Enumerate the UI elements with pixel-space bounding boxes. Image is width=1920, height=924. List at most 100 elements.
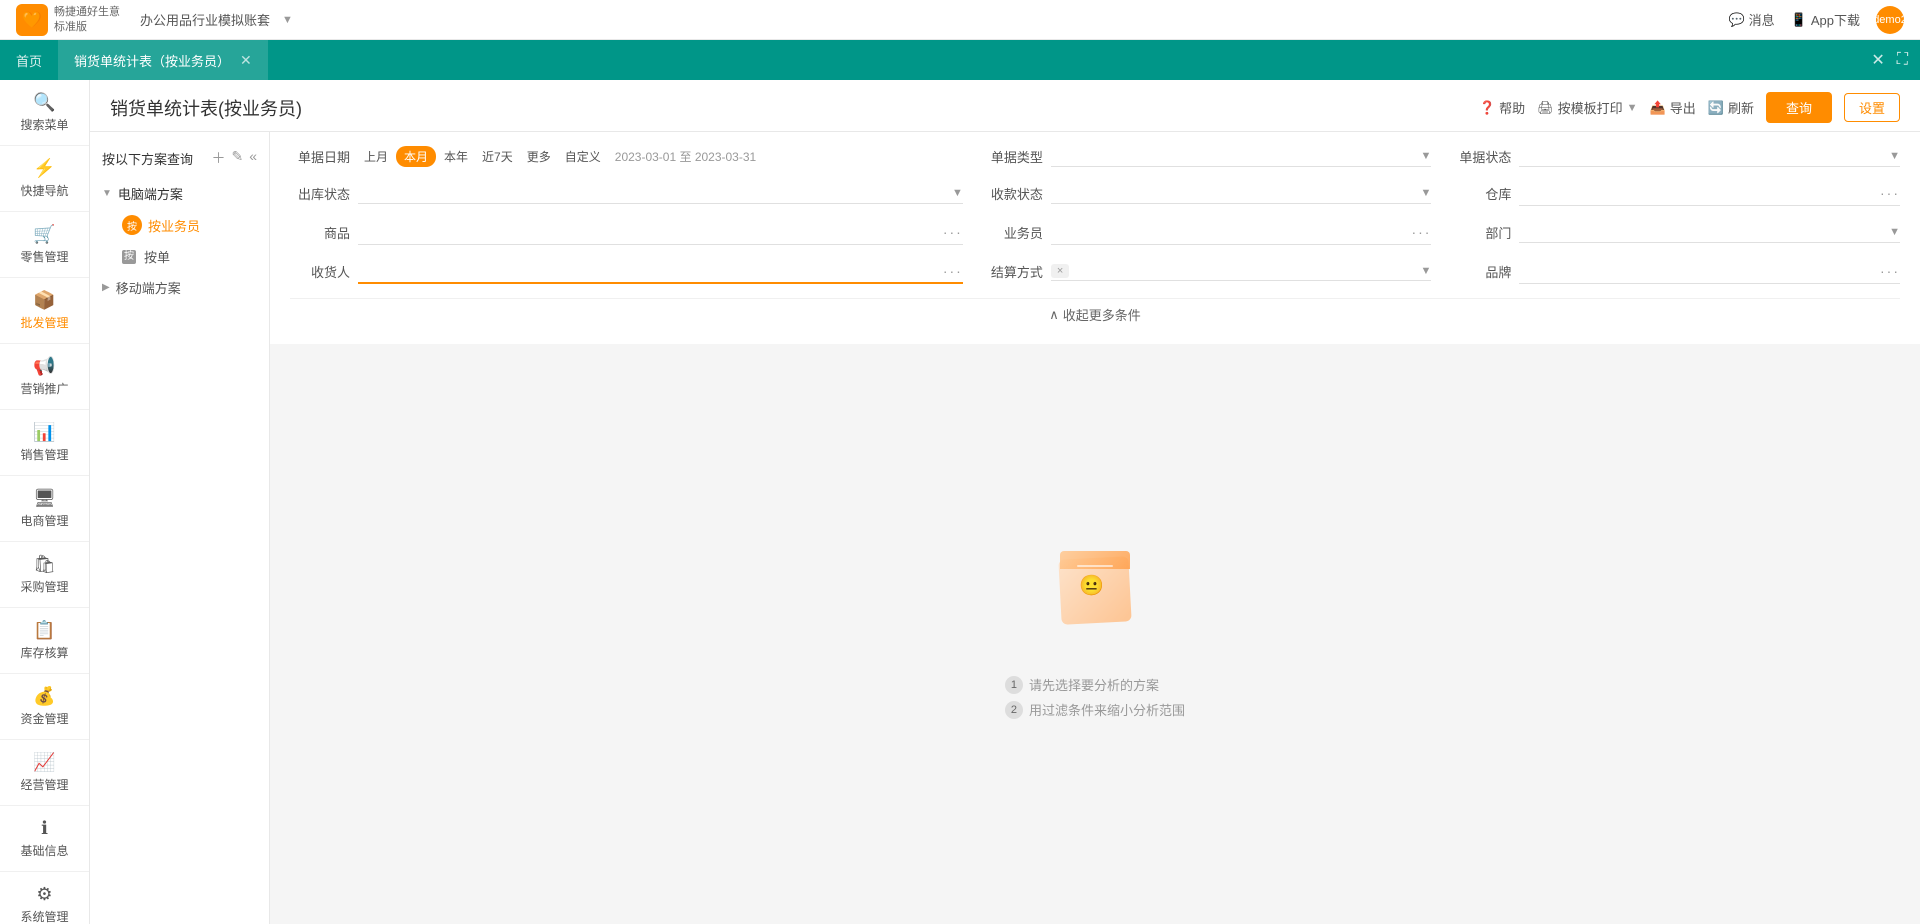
- consignee-dots-icon: ···: [943, 263, 963, 279]
- logo-text: 畅捷通好生意 标准版: [54, 5, 120, 34]
- avatar[interactable]: demo2: [1876, 6, 1904, 34]
- expand-icon: ▼: [102, 188, 112, 199]
- dept-label: 部门: [1451, 223, 1511, 242]
- logo-area: 🧡 畅捷通好生意 标准版: [16, 4, 120, 36]
- template-print-button[interactable]: 🖨 按模板打印 ▼: [1537, 98, 1637, 117]
- settlement-tag-box: × ▼: [1051, 262, 1432, 281]
- quick-nav-icon: ⚡: [6, 158, 83, 179]
- message-icon: 💬: [1728, 12, 1744, 28]
- sidebar-item-ecommerce[interactable]: 🖥 电商管理: [0, 476, 89, 542]
- refresh-button[interactable]: 🔄 刷新: [1708, 98, 1754, 117]
- brand-select[interactable]: ···: [1519, 259, 1900, 284]
- left-panel-icons: ＋ ✎ «: [211, 148, 257, 168]
- dept-select[interactable]: ▼: [1519, 222, 1900, 243]
- system-icon: ⚙: [6, 884, 83, 905]
- sidebar-item-purchase[interactable]: 🛍 采购管理: [0, 542, 89, 608]
- logo-icon: 🧡: [16, 4, 48, 36]
- warehouse-dots-icon: ···: [1880, 185, 1900, 201]
- help-button[interactable]: ❓ 帮助: [1479, 98, 1525, 117]
- empty-illustration: 😐: [1035, 543, 1155, 643]
- tab-bar: 首页 销货单统计表（按业务员） ✕ ✕ ⛶: [0, 40, 1920, 80]
- date-tab-more[interactable]: 更多: [521, 146, 557, 167]
- tab-controls: ✕ ⛶: [1867, 46, 1920, 74]
- tab-close-icon[interactable]: ✕: [240, 52, 252, 69]
- sidebar-item-quick-nav[interactable]: ⚡ 快捷导航: [0, 146, 89, 212]
- box-stripe: [1077, 565, 1113, 567]
- out-status-select[interactable]: ▼: [358, 183, 963, 204]
- sidebar-item-basic[interactable]: ℹ 基础信息: [0, 806, 89, 872]
- sidebar-item-operations[interactable]: 📈 经营管理: [0, 740, 89, 806]
- sidebar-item-search[interactable]: 🔍 搜索菜单: [0, 80, 89, 146]
- sidebar-item-marketing[interactable]: 📢 营销推广: [0, 344, 89, 410]
- query-button[interactable]: 查询: [1766, 92, 1832, 123]
- doc-type-select[interactable]: ▼: [1051, 146, 1432, 167]
- app-download-button[interactable]: 📱 App下载: [1791, 10, 1860, 29]
- sidebar-item-wholesale[interactable]: 📦 批发管理: [0, 278, 89, 344]
- add-scheme-icon[interactable]: ＋: [211, 148, 225, 168]
- setting-button[interactable]: 设置: [1844, 93, 1900, 122]
- page-title: 销货单统计表(按业务员): [110, 95, 302, 121]
- date-tab-this-month[interactable]: 本月: [396, 146, 436, 167]
- filter-row-3: 商品 ··· 业务员 ···: [290, 220, 1900, 245]
- filter-receipt-status: 收款状态 ▼: [983, 183, 1432, 204]
- filter-row-1: 单据日期 上月 本月 本年 近7天 更多 自定义 2023-03-01 至 20…: [290, 146, 1900, 167]
- date-tab-7days[interactable]: 近7天: [476, 146, 519, 167]
- salesperson-label: 业务员: [983, 223, 1043, 242]
- warehouse-select[interactable]: ···: [1519, 181, 1900, 206]
- empty-hint-1: 1 请先选择要分析的方案: [1005, 675, 1185, 694]
- goods-dots-icon: ···: [943, 224, 963, 240]
- content-body: 按以下方案查询 ＋ ✎ « ▼ 电脑端方案 按 按: [90, 132, 1920, 924]
- goods-select[interactable]: ···: [358, 220, 963, 245]
- scheme-group-desktop-title[interactable]: ▼ 电脑端方案: [90, 178, 269, 209]
- filter-doc-type: 单据类型 ▼: [983, 146, 1432, 167]
- search-icon: 🔍: [6, 92, 83, 113]
- scheme-dot-icon: 按: [122, 215, 142, 235]
- left-panel: 按以下方案查询 ＋ ✎ « ▼ 电脑端方案 按 按: [90, 132, 270, 924]
- collapse-bar[interactable]: ∧ 收起更多条件: [290, 298, 1900, 330]
- sidebar-item-finance[interactable]: 💰 资金管理: [0, 674, 89, 740]
- tab-sales-stat[interactable]: 销货单统计表（按业务员） ✕: [58, 40, 268, 80]
- collapse-up-icon: ∧: [1049, 307, 1059, 323]
- consignee-input[interactable]: [358, 259, 943, 282]
- download-icon: 📱: [1791, 12, 1807, 28]
- sidebar-item-retail[interactable]: 🛒 零售管理: [0, 212, 89, 278]
- tab-maximize-icon[interactable]: ⛶: [1893, 47, 1912, 73]
- sidebar-item-system[interactable]: ⚙ 系统管理: [0, 872, 89, 924]
- salesperson-select[interactable]: ···: [1051, 220, 1432, 245]
- settlement-tag-close-icon[interactable]: ×: [1057, 265, 1063, 277]
- sidebar-item-sales[interactable]: 📊 销售管理: [0, 410, 89, 476]
- doc-status-select[interactable]: ▼: [1519, 146, 1900, 167]
- settlement-label: 结算方式: [983, 262, 1043, 281]
- scheme-item-by-order[interactable]: 按 按单: [110, 241, 269, 272]
- collapse-panel-icon[interactable]: «: [249, 148, 257, 168]
- filter-out-status: 出库状态 ▼: [290, 183, 963, 204]
- date-tab-custom[interactable]: 自定义: [559, 146, 607, 167]
- doc-type-label: 单据类型: [983, 147, 1043, 166]
- receipt-status-dropdown-icon: ▼: [1421, 187, 1432, 199]
- breadcrumb-arrow-icon[interactable]: ▼: [282, 14, 293, 26]
- breadcrumb-title: 办公用品行业模拟账套: [140, 10, 270, 29]
- scheme-item-by-salesperson[interactable]: 按 按业务员: [110, 209, 269, 241]
- empty-hint-2: 2 用过滤条件来缩小分析范围: [1005, 700, 1185, 719]
- date-tab-last-month[interactable]: 上月: [358, 146, 394, 167]
- sidebar-item-inventory[interactable]: 📋 库存核算: [0, 608, 89, 674]
- date-control: 上月 本月 本年 近7天 更多 自定义 2023-03-01 至 2023-03…: [358, 146, 963, 167]
- date-tab-this-year[interactable]: 本年: [438, 146, 474, 167]
- filter-goods: 商品 ···: [290, 220, 963, 245]
- finance-icon: 💰: [6, 686, 83, 707]
- operations-icon: 📈: [6, 752, 83, 773]
- tab-close-all-icon[interactable]: ✕: [1867, 46, 1888, 74]
- export-button[interactable]: 📤 导出: [1650, 98, 1696, 117]
- wholesale-icon: 📦: [6, 290, 83, 311]
- consignee-label: 收货人: [290, 262, 350, 281]
- top-bar-left: 🧡 畅捷通好生意 标准版 办公用品行业模拟账套 ▼: [16, 4, 293, 36]
- message-button[interactable]: 💬 消息: [1728, 10, 1774, 29]
- date-tabs: 上月 本月 本年 近7天 更多 自定义 2023-03-01 至 2023-03…: [358, 146, 963, 167]
- scheme-group-mobile[interactable]: ▶ 移动端方案: [90, 272, 269, 303]
- inventory-icon: 📋: [6, 620, 83, 641]
- edit-scheme-icon[interactable]: ✎: [231, 148, 243, 168]
- filter-consignee: 收货人 ···: [290, 259, 963, 284]
- filter-doc-status: 单据状态 ▼: [1451, 146, 1900, 167]
- receipt-status-select[interactable]: ▼: [1051, 183, 1432, 204]
- tab-home[interactable]: 首页: [0, 40, 58, 80]
